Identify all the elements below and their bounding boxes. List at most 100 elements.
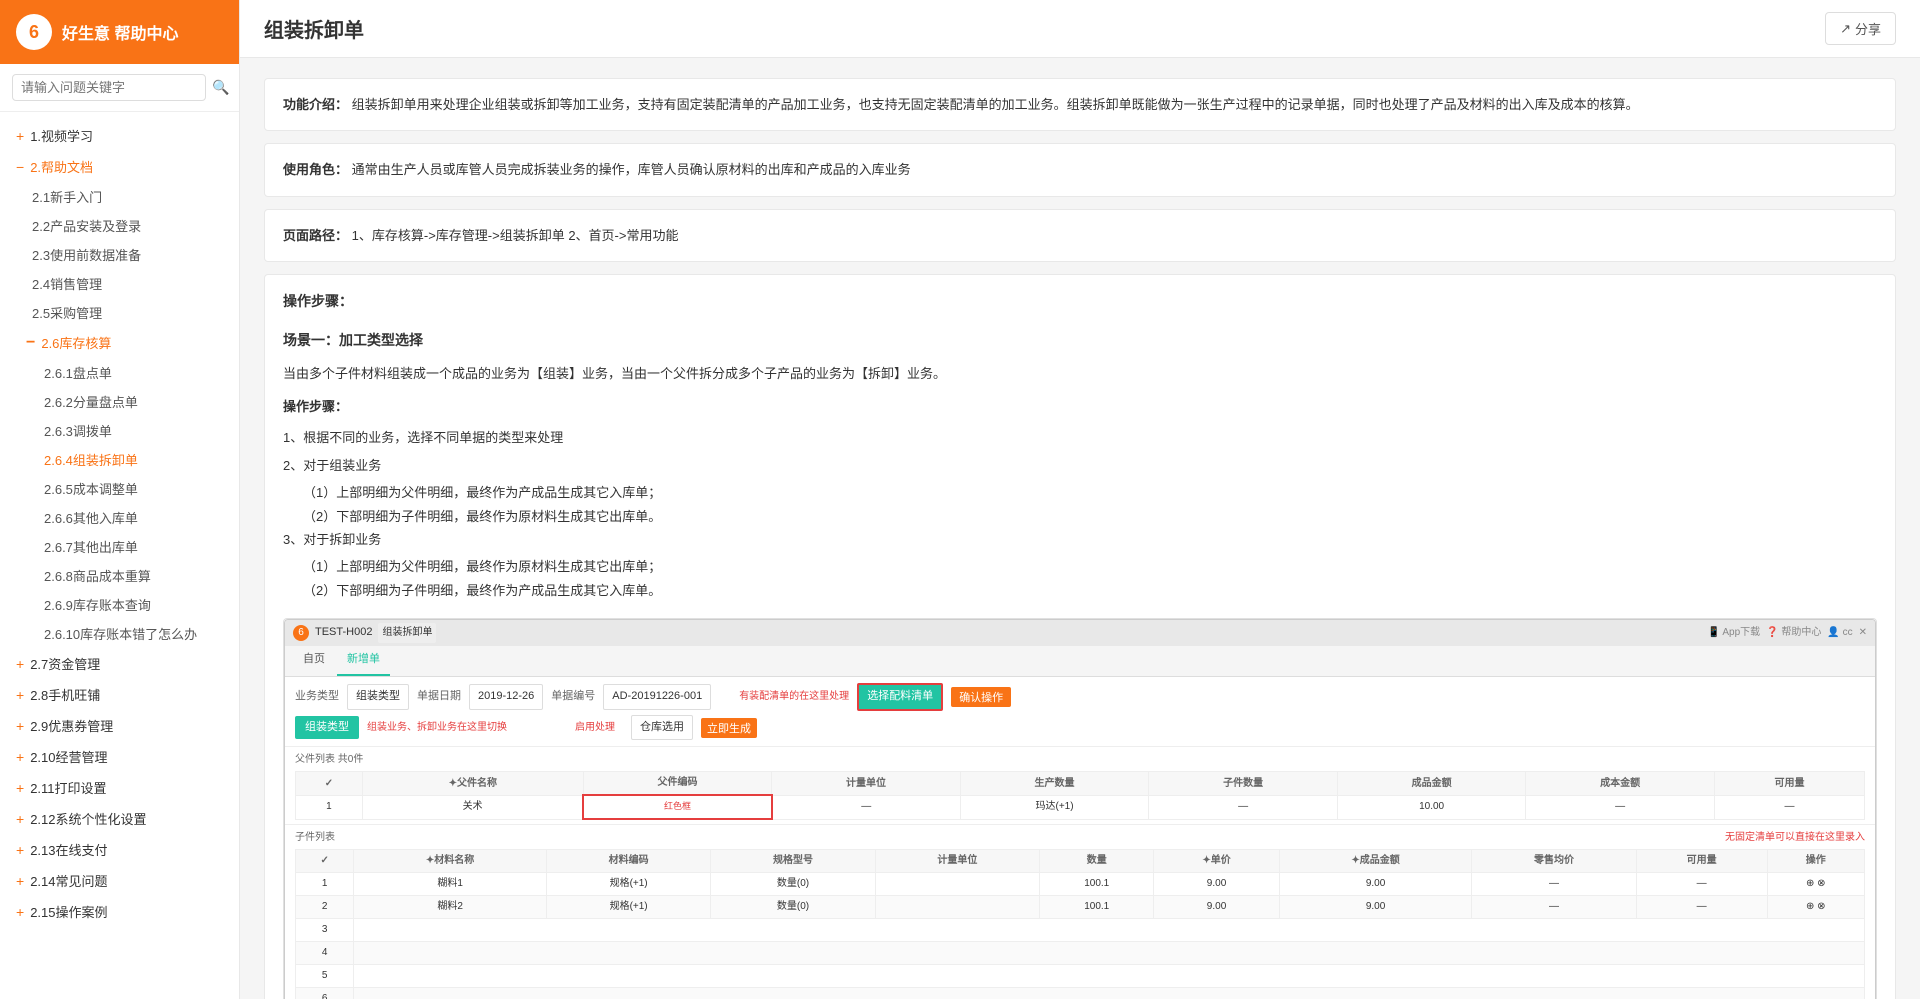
- scr-col-check: ✓: [296, 772, 363, 796]
- scr-warehouse[interactable]: 仓库选用: [631, 715, 693, 741]
- expand-icon-ops: +: [16, 749, 24, 765]
- expand-icon-online: +: [16, 842, 24, 858]
- scr-icon-user: 👤 cc: [1827, 624, 1852, 642]
- sidebar-item-2.6.9[interactable]: 2.6.9库存账本查询: [0, 590, 239, 619]
- scr-upper-table-area: 父件列表 共0件 ✓ ✦父件名称 父件编码 计量单位 生产数量 子件数量: [285, 747, 1875, 825]
- sidebar-item-faq[interactable]: + 2.14常见问题: [0, 865, 239, 896]
- sidebar-item-online[interactable]: + 2.13在线支付: [0, 834, 239, 865]
- sidebar-item-purchase[interactable]: 2.5采购管理: [0, 298, 239, 327]
- sidebar-item-ops[interactable]: + 2.10经营管理: [0, 741, 239, 772]
- content-area: 功能介绍： 组装拆卸单用来处理企业组装或拆卸等加工业务，支持有固定装配清单的产品…: [240, 58, 1920, 999]
- sidebar-item-2.6.4[interactable]: 2.6.4组装拆卸单: [0, 445, 239, 474]
- scene1-desc: 当由多个子件材料组装成一个成品的业务为【组装】业务，当由一个父件拆分成多个子产品…: [283, 362, 1877, 385]
- scr-col-sub-qty: 子件数量: [1149, 772, 1338, 796]
- ops-block: 操作步骤： 场景一：加工类型选择 当由多个子件材料组装成一个成品的业务为【组装】…: [264, 274, 1896, 999]
- scr-col-parent-code: 父件编码: [583, 772, 772, 796]
- scr-add-btn[interactable]: 立即生成: [701, 718, 757, 738]
- scr-tab-new[interactable]: 新增单: [337, 646, 390, 676]
- search-input[interactable]: [12, 74, 206, 101]
- function-intro-label: 功能介绍：: [283, 97, 348, 112]
- annotation-enable: 启用处理: [575, 719, 615, 737]
- expand-icon: +: [16, 128, 24, 144]
- scr-col-parent-name: ✦父件名称: [362, 772, 583, 796]
- annotation-bom: 有装配清单的在这里处理: [739, 688, 849, 706]
- expand-icon-faq: +: [16, 873, 24, 889]
- scr-red-cell[interactable]: 红色框: [583, 795, 772, 819]
- sidebar-item-2.6.10[interactable]: 2.6.10库存账本错了怎么办: [0, 619, 239, 648]
- sidebar-item-install[interactable]: 2.2产品安装及登录: [0, 211, 239, 240]
- sidebar-item-2.6.7[interactable]: 2.6.7其他出库单: [0, 532, 239, 561]
- sidebar-item-docs[interactable]: − 2.帮助文档: [0, 151, 239, 182]
- sidebar-item-2.6.5[interactable]: 2.6.5成本调整单: [0, 474, 239, 503]
- sidebar-item-system[interactable]: + 2.12系统个性化设置: [0, 803, 239, 834]
- sidebar-item-newbie[interactable]: 2.1新手入门: [0, 182, 239, 211]
- sub-step-2-1: （1）上部明细为父件明细，最终作为产成品生成其它入库单；: [283, 481, 1877, 504]
- collapse-icon: −: [16, 159, 24, 175]
- scr-red-cell-hint: 红色框: [664, 801, 691, 811]
- annotation-toggle: 组装业务、拆卸业务在这里切换: [367, 719, 507, 737]
- sidebar-item-2.6.1[interactable]: 2.6.1盘点单: [0, 358, 239, 387]
- nav-list: + 1.视频学习 − 2.帮助文档 2.1新手入门 2.2产品安装及登录 2.3…: [0, 112, 239, 999]
- scr-date-value[interactable]: 2019-12-26: [469, 684, 543, 710]
- scr-upper-table-label: 父件列表 共0件: [295, 751, 1865, 769]
- sidebar-item-2.6.6[interactable]: 2.6.6其他入库单: [0, 503, 239, 532]
- sidebar-header: 6 好生意 帮助中心: [0, 0, 239, 64]
- step-1: 1、根据不同的业务，选择不同单据的类型来处理: [283, 426, 1877, 449]
- sidebar-item-coupon[interactable]: + 2.9优惠券管理: [0, 710, 239, 741]
- search-box: 🔍: [0, 64, 239, 112]
- sidebar-item-video[interactable]: + 1.视频学习: [0, 120, 239, 151]
- table-row: 2 糊料2 规格(+1) 数量(0) 100.1 9.00 9.00 —: [296, 896, 1865, 919]
- sub-step-3-2: （2）下部明细为子件明细，最终作为产成品生成其它入库单。: [283, 579, 1877, 602]
- screenshot-mock: 6 TEST-H002 组装拆卸单 📱 App下载 ❓ 帮助中心 👤 cc ✕: [284, 619, 1876, 999]
- scr-lower-table-label: 子件列表: [295, 829, 335, 847]
- scr-url: TEST-H002: [315, 623, 372, 643]
- expand-icon-print: +: [16, 780, 24, 796]
- sidebar-item-data[interactable]: 2.3使用前数据准备: [0, 240, 239, 269]
- table-row: 1 关术 红色框 — 玛达(+1) — 10.00 —: [296, 795, 1865, 819]
- sidebar-item-print[interactable]: + 2.11打印设置: [0, 772, 239, 803]
- sidebar-item-inventory[interactable]: − 2.6库存核算: [0, 327, 239, 358]
- expand-icon-cases: +: [16, 904, 24, 920]
- sidebar-item-mobile[interactable]: + 2.8手机旺铺: [0, 679, 239, 710]
- scr-icon-help: ❓ 帮助中心: [1766, 624, 1821, 642]
- role-block: 使用角色： 通常由生产人员或库管人员完成拆装业务的操作，库管人员确认原材料的出库…: [264, 143, 1896, 196]
- function-intro-text: 组装拆卸单用来处理企业组装或拆卸等加工业务，支持有固定装配清单的产品加工业务，也…: [352, 97, 1639, 112]
- scr-nav-tabs: 自页 新增单: [285, 646, 1875, 677]
- collapse-sub-icon: −: [26, 334, 35, 352]
- table-row: 3: [296, 919, 1865, 942]
- sub-step-3-1: （1）上部明细为父件明细，最终作为原材料生成其它出库单；: [283, 555, 1877, 578]
- share-button[interactable]: ↗ 分享: [1825, 12, 1896, 45]
- scr-lower-table: ✓ ✦材料名称 材料编码 规格型号 计量单位 数量 ✦单价 ✦成品金额 零售均价: [295, 849, 1865, 999]
- sidebar-item-money[interactable]: + 2.7资金管理: [0, 648, 239, 679]
- sidebar-item-2.6.2[interactable]: 2.6.2分量盘点单: [0, 387, 239, 416]
- scr-type-value[interactable]: 组装类型: [347, 684, 409, 710]
- step-2: 2、对于组装业务: [283, 454, 1877, 477]
- scr-type-toggle-btn[interactable]: 组装类型: [295, 716, 359, 740]
- expand-icon-money: +: [16, 656, 24, 672]
- scr-order-label: 单据编号: [551, 687, 595, 707]
- role-label: 使用角色：: [283, 162, 348, 177]
- share-icon: ↗: [1840, 21, 1851, 37]
- sidebar-item-2.6.3[interactable]: 2.6.3调拨单: [0, 416, 239, 445]
- sub-step-2-2: （2）下部明细为子件明细，最终作为原材料生成其它出库单。: [283, 505, 1877, 528]
- scr-titlebar: 6 TEST-H002 组装拆卸单 📱 App下载 ❓ 帮助中心 👤 cc ✕: [285, 620, 1875, 646]
- scr-lower-area: 子件列表 无固定清单可以直接在这里录入 ✓ ✦材料名称 材料编码 规格型号: [285, 825, 1875, 999]
- scr-confirm-btn[interactable]: 确认操作: [951, 687, 1011, 707]
- function-intro-block: 功能介绍： 组装拆卸单用来处理企业组装或拆卸等加工业务，支持有固定装配清单的产品…: [264, 78, 1896, 131]
- expand-icon-system: +: [16, 811, 24, 827]
- sidebar-item-sales[interactable]: 2.4销售管理: [0, 269, 239, 298]
- search-icon[interactable]: 🔍: [212, 79, 229, 96]
- scr-close-icon[interactable]: ✕: [1859, 624, 1867, 642]
- scr-tab-home[interactable]: 自页: [293, 646, 335, 676]
- scr-bom-btn[interactable]: 选择配料清单: [857, 683, 943, 711]
- sidebar-item-2.6.8[interactable]: 2.6.8商品成本重算: [0, 561, 239, 590]
- step-3: 3、对于拆卸业务: [283, 528, 1877, 551]
- ops-steps-title: 操作步骤：: [283, 395, 1877, 418]
- sidebar-item-cases[interactable]: + 2.15操作案例: [0, 896, 239, 927]
- logo-icon: 6: [16, 14, 52, 50]
- main-content: 组装拆卸单 ↗ 分享 功能介绍： 组装拆卸单用来处理企业组装或拆卸等加工业务，支…: [240, 0, 1920, 999]
- table-row: 4: [296, 942, 1865, 965]
- path-label: 页面路径：: [283, 228, 348, 243]
- scr-logo: 6: [293, 625, 309, 641]
- expand-icon-mobile: +: [16, 687, 24, 703]
